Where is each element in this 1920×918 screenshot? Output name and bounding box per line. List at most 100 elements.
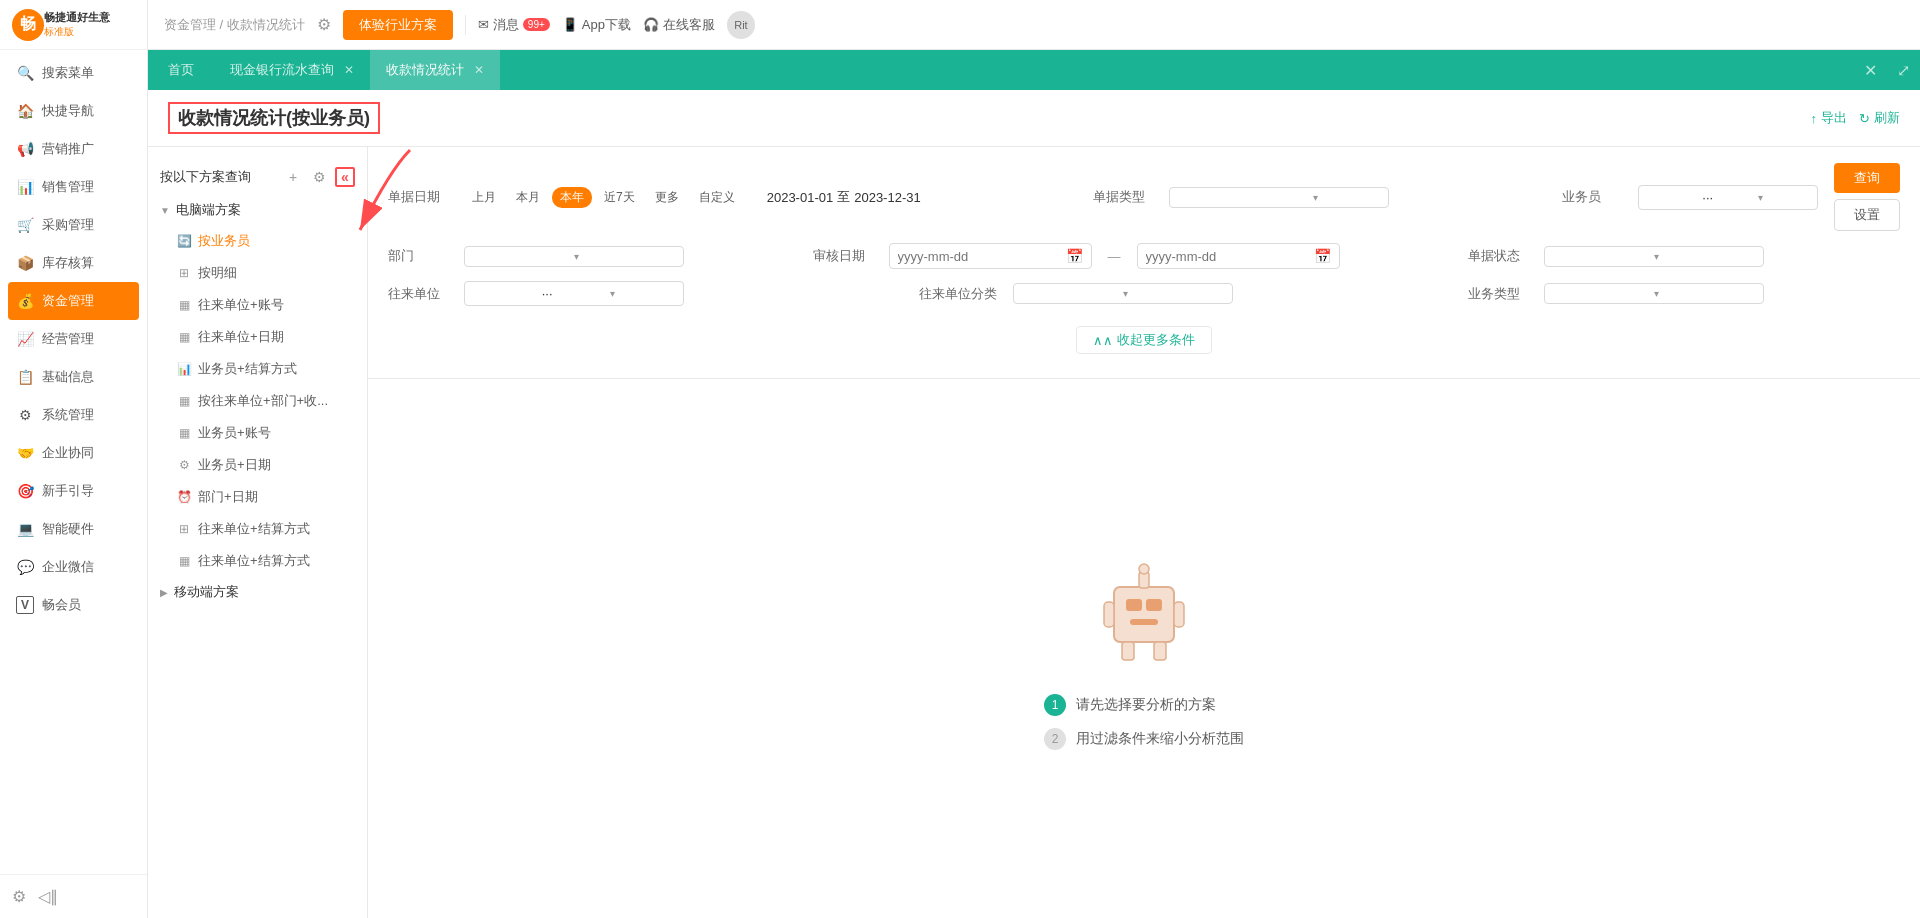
- schema-item-salesperson-date[interactable]: ⚙ 业务员+日期: [148, 449, 367, 481]
- set-btn[interactable]: 设置: [1834, 199, 1900, 231]
- date-tab-this-year[interactable]: 本年: [552, 187, 592, 208]
- filter-actions: 查询 设置: [1834, 163, 1900, 231]
- sidebar-item-wechat[interactable]: 💬 企业微信: [0, 548, 147, 586]
- review-date-from[interactable]: 📅: [889, 243, 1092, 269]
- system-icon: ⚙: [16, 406, 34, 424]
- date-label: 单据日期: [388, 188, 448, 206]
- sidebar-item-system[interactable]: ⚙ 系统管理: [0, 396, 147, 434]
- window-maximize-btn[interactable]: ⤢: [1887, 50, 1920, 90]
- logo-text-block: 畅捷通好生意 标准版: [44, 10, 110, 39]
- review-to-input[interactable]: [1146, 249, 1314, 264]
- panel-header: 按以下方案查询 + ⚙ «: [148, 159, 367, 195]
- schema-item-unit-account[interactable]: ▦ 往来单位+账号: [148, 289, 367, 321]
- calendar-from-icon[interactable]: 📅: [1066, 248, 1083, 264]
- tab-bank[interactable]: 现金银行流水查询 ✕: [214, 50, 370, 90]
- salesperson-ellipsis[interactable]: ···: [1702, 190, 1753, 205]
- tab-home[interactable]: 首页: [148, 50, 214, 90]
- schema-item-dept-date[interactable]: ⏰ 部门+日期: [148, 481, 367, 513]
- unit-account-icon: ▦: [176, 297, 192, 313]
- right-panel: 单据日期 上月 本月 本年 近7天 更多 自定义 2023-01-01 至: [368, 147, 1920, 918]
- window-close-btn[interactable]: ✕: [1854, 50, 1887, 90]
- svg-rect-8: [1122, 642, 1134, 660]
- partner-category-select[interactable]: ▾: [1013, 283, 1233, 304]
- logo-icon: 畅: [12, 9, 44, 41]
- doc-type-select[interactable]: ▾: [1169, 187, 1389, 208]
- schema-item-by-salesperson[interactable]: 🔄 按业务员: [148, 225, 367, 257]
- svg-rect-7: [1174, 602, 1184, 627]
- collapse-sidebar-icon[interactable]: ◁∥: [38, 887, 58, 906]
- sidebar-item-enterprise[interactable]: 🤝 企业协同: [0, 434, 147, 472]
- refresh-btn[interactable]: ↻ 刷新: [1859, 109, 1900, 127]
- user-avatar[interactable]: Rit: [727, 11, 755, 39]
- sidebar-item-hardware[interactable]: 💻 智能硬件: [0, 510, 147, 548]
- sidebar-item-guide[interactable]: 🎯 新手引导: [0, 472, 147, 510]
- schema-item-by-detail[interactable]: ⊞ 按明细: [148, 257, 367, 289]
- svg-rect-0: [1114, 587, 1174, 642]
- app-download-btn[interactable]: 📱 App下载: [562, 16, 631, 34]
- date-tab-this-month[interactable]: 本月: [508, 187, 548, 208]
- review-date-to[interactable]: 📅: [1137, 243, 1340, 269]
- headset-icon: 🎧: [643, 17, 659, 32]
- empty-illustration: [1084, 547, 1204, 670]
- topbar-breadcrumb: 资金管理 / 收款情况统计: [164, 16, 305, 34]
- schema-item-salesperson-settle[interactable]: 📊 业务员+结算方式: [148, 353, 367, 385]
- review-from-input[interactable]: [898, 249, 1066, 264]
- tab-bank-close[interactable]: ✕: [344, 63, 354, 77]
- date-tab-more[interactable]: 更多: [647, 187, 687, 208]
- online-service-btn[interactable]: 🎧 在线客服: [643, 16, 715, 34]
- sidebar-item-marketing[interactable]: 📢 营销推广: [0, 130, 147, 168]
- empty-steps: 1 请先选择要分析的方案 2 用过滤条件来缩小分析范围: [1044, 694, 1244, 750]
- query-btn[interactable]: 查询: [1834, 163, 1900, 193]
- sidebar-item-purchase[interactable]: 🛒 采购管理: [0, 206, 147, 244]
- dept-select[interactable]: ▾: [464, 246, 684, 267]
- collapse-panel-btn[interactable]: «: [335, 167, 355, 187]
- wechat-icon: 💬: [16, 558, 34, 576]
- message-btn[interactable]: ✉ 消息 99+: [478, 16, 550, 34]
- sidebar-item-quicknav[interactable]: 🏠 快捷导航: [0, 92, 147, 130]
- logo-app-name: 畅捷通好生意: [44, 10, 110, 25]
- group-arrow-icon: ▼: [160, 205, 170, 216]
- settings-bottom-icon[interactable]: ⚙: [12, 887, 26, 906]
- topbar-gear-icon[interactable]: ⚙: [317, 15, 331, 34]
- doc-status-label: 单据状态: [1468, 247, 1528, 265]
- phone-icon: 📱: [562, 17, 578, 32]
- sidebar-item-sales[interactable]: 📊 销售管理: [0, 168, 147, 206]
- sidebar-item-capital[interactable]: 💰 资金管理: [8, 282, 139, 320]
- schema-group-desktop-header[interactable]: ▼ 电脑端方案: [148, 195, 367, 225]
- doc-status-select[interactable]: ▾: [1544, 246, 1764, 267]
- biz-type-select[interactable]: ▾: [1544, 283, 1764, 304]
- tab-collection-close[interactable]: ✕: [474, 63, 484, 77]
- sidebar-item-member[interactable]: V 畅会员: [0, 586, 147, 624]
- partner-select[interactable]: ··· ▾: [464, 281, 684, 306]
- schema-item-unit-dept[interactable]: ▦ 按往来单位+部门+收...: [148, 385, 367, 417]
- content: 按以下方案查询 + ⚙ « ▼ 电脑端方案 🔄 按业务员: [148, 147, 1920, 918]
- collapse-conditions-btn[interactable]: ∧∧ 收起更多条件: [1076, 326, 1212, 354]
- page: 收款情况统计(按业务员) ↑ 导出 ↻ 刷新 按以下方案查询 +: [148, 90, 1920, 918]
- sidebar-item-operation[interactable]: 📈 经营管理: [0, 320, 147, 358]
- export-btn[interactable]: ↑ 导出: [1811, 109, 1848, 127]
- sidebar-item-inventory[interactable]: 📦 库存核算: [0, 244, 147, 282]
- schema-settings-btn[interactable]: ⚙: [309, 167, 329, 187]
- dept-label: 部门: [388, 247, 448, 265]
- calendar-to-icon[interactable]: 📅: [1314, 248, 1331, 264]
- review-date-label: 审核日期: [813, 247, 873, 265]
- trial-btn[interactable]: 体验行业方案: [343, 10, 453, 40]
- schema-item-unit-settle1[interactable]: ⊞ 往来单位+结算方式: [148, 513, 367, 545]
- date-tab-last-month[interactable]: 上月: [464, 187, 504, 208]
- schema-item-salesperson-account[interactable]: ▦ 业务员+账号: [148, 417, 367, 449]
- add-schema-btn[interactable]: +: [283, 167, 303, 187]
- page-title: 收款情况统计(按业务员): [168, 102, 380, 134]
- salesperson-select[interactable]: ··· ▾: [1638, 185, 1818, 210]
- date-tab-last7days[interactable]: 近7天: [596, 187, 643, 208]
- schema-item-unit-date[interactable]: ▦ 往来单位+日期: [148, 321, 367, 353]
- partner-ellipsis[interactable]: ···: [542, 286, 607, 301]
- sidebar-item-basic[interactable]: 📋 基础信息: [0, 358, 147, 396]
- dept-arrow-icon: ▾: [574, 251, 675, 262]
- schema-group-mobile-header[interactable]: ▶ 移动端方案: [148, 577, 367, 607]
- tab-collection[interactable]: 收款情况统计 ✕: [370, 50, 500, 90]
- date-tab-custom[interactable]: 自定义: [691, 187, 743, 208]
- step-2-num: 2: [1044, 728, 1066, 750]
- partner-category-label: 往来单位分类: [919, 285, 997, 303]
- schema-item-unit-settle2[interactable]: ▦ 往来单位+结算方式: [148, 545, 367, 577]
- sidebar-item-search[interactable]: 🔍 搜索菜单: [0, 54, 147, 92]
